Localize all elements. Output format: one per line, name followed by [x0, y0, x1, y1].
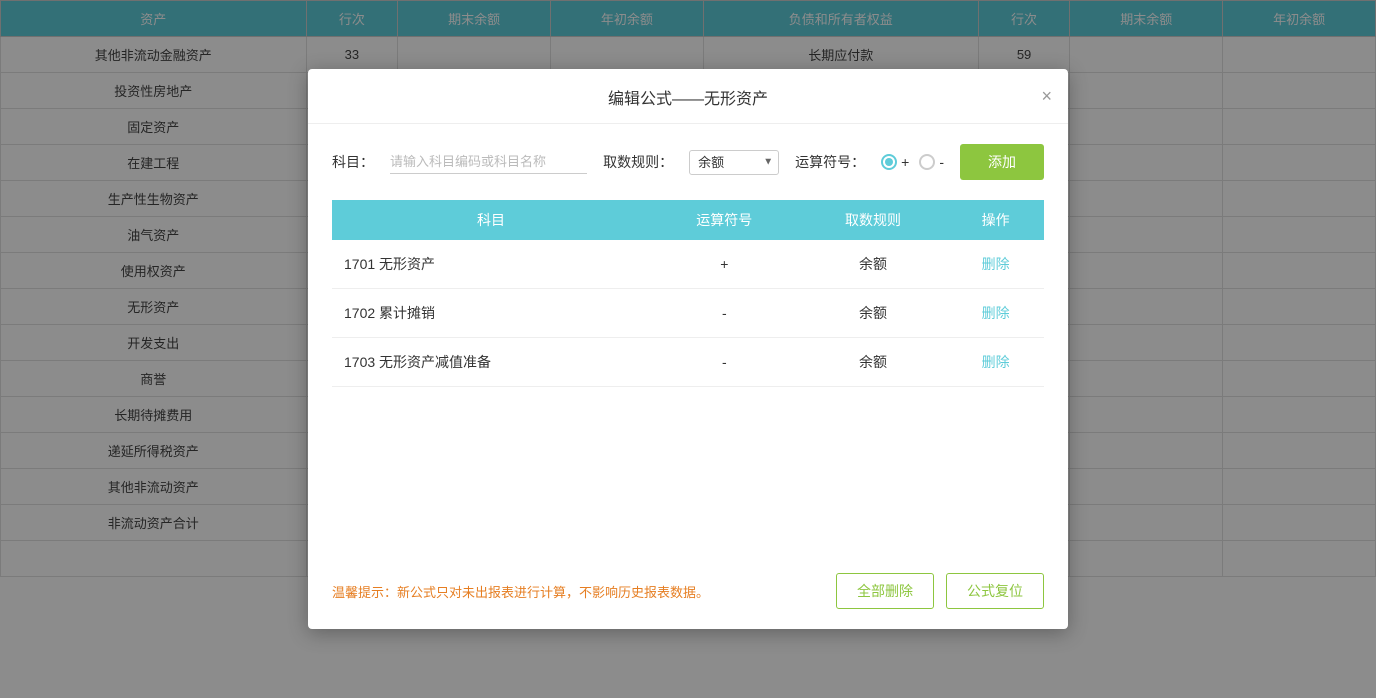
- delete-row-button[interactable]: 删除: [982, 303, 1010, 323]
- formula-operator-cell: -: [650, 289, 799, 338]
- col-operator-header: 运算符号: [650, 200, 799, 240]
- col-action-header: 操作: [947, 200, 1044, 240]
- formula-subject-cell: 1702 累计摊销: [332, 289, 650, 338]
- col-subject-header: 科目: [332, 200, 650, 240]
- footer-tip: 温馨提示：新公式只对未出报表进行计算，不影响历史报表数据。: [332, 582, 709, 601]
- radio-plus-label: +: [901, 154, 909, 170]
- radio-plus-circle: [881, 154, 897, 170]
- modal-header: 编辑公式——无形资产 ×: [308, 69, 1068, 124]
- formula-operator-cell: +: [650, 240, 799, 289]
- operator-radio-group: + -: [881, 154, 944, 170]
- reset-formula-button[interactable]: 公式复位: [946, 573, 1044, 609]
- radio-minus-label: -: [939, 154, 944, 170]
- rule-select-wrap: 余额 借方 贷方 借方发生额 贷方发生额 ▼: [689, 150, 779, 175]
- formula-table-row: 1703 无形资产减值准备-余额 删除: [332, 338, 1044, 387]
- modal-body: 科目： 取数规则： 余额 借方 贷方 借方发生额 贷方发生额 ▼ 运算符号：: [308, 124, 1068, 561]
- formula-subject-cell: 1703 无形资产减值准备: [332, 338, 650, 387]
- operator-label: 运算符号：: [795, 152, 865, 172]
- delete-all-button[interactable]: 全部删除: [836, 573, 934, 609]
- delete-row-button[interactable]: 删除: [982, 352, 1010, 372]
- formula-rule-cell: 余额: [799, 338, 948, 387]
- modal-title: 编辑公式——无形资产: [608, 85, 768, 109]
- modal-close-button[interactable]: ×: [1041, 87, 1052, 105]
- formula-subject-cell: 1701 无形资产: [332, 240, 650, 289]
- subject-input[interactable]: [390, 150, 587, 174]
- formula-operator-cell: -: [650, 338, 799, 387]
- rule-label: 取数规则：: [603, 152, 673, 172]
- formula-table-row: 1702 累计摊销-余额 删除: [332, 289, 1044, 338]
- formula-table-row: 1701 无形资产+余额 删除: [332, 240, 1044, 289]
- formula-rule-cell: 余额: [799, 289, 948, 338]
- operator-plus-radio[interactable]: +: [881, 154, 909, 170]
- table-header-row: 科目 运算符号 取数规则 操作: [332, 200, 1044, 240]
- delete-row-button[interactable]: 删除: [982, 254, 1010, 274]
- formula-form-row: 科目： 取数规则： 余额 借方 贷方 借方发生额 贷方发生额 ▼ 运算符号：: [332, 144, 1044, 180]
- footer-buttons: 全部删除 公式复位: [836, 573, 1044, 609]
- formula-table: 科目 运算符号 取数规则 操作 1701 无形资产+余额删除1702 累计摊销-…: [332, 200, 1044, 387]
- formula-rule-cell: 余额: [799, 240, 948, 289]
- modal-footer: 温馨提示：新公式只对未出报表进行计算，不影响历史报表数据。 全部删除 公式复位: [308, 561, 1068, 629]
- col-rule-header: 取数规则: [799, 200, 948, 240]
- formula-action-cell: 删除: [947, 289, 1044, 338]
- rule-select[interactable]: 余额 借方 贷方 借方发生额 贷方发生额: [689, 150, 779, 175]
- modal-overlay: 编辑公式——无形资产 × 科目： 取数规则： 余额 借方 贷方 借方发生额 贷方…: [0, 0, 1376, 698]
- operator-minus-radio[interactable]: -: [919, 154, 944, 170]
- formula-action-cell: 删除: [947, 240, 1044, 289]
- subject-label: 科目：: [332, 152, 374, 172]
- formula-action-cell: 删除: [947, 338, 1044, 387]
- modal-dialog: 编辑公式——无形资产 × 科目： 取数规则： 余额 借方 贷方 借方发生额 贷方…: [308, 69, 1068, 629]
- add-button[interactable]: 添加: [960, 144, 1044, 180]
- radio-minus-circle: [919, 154, 935, 170]
